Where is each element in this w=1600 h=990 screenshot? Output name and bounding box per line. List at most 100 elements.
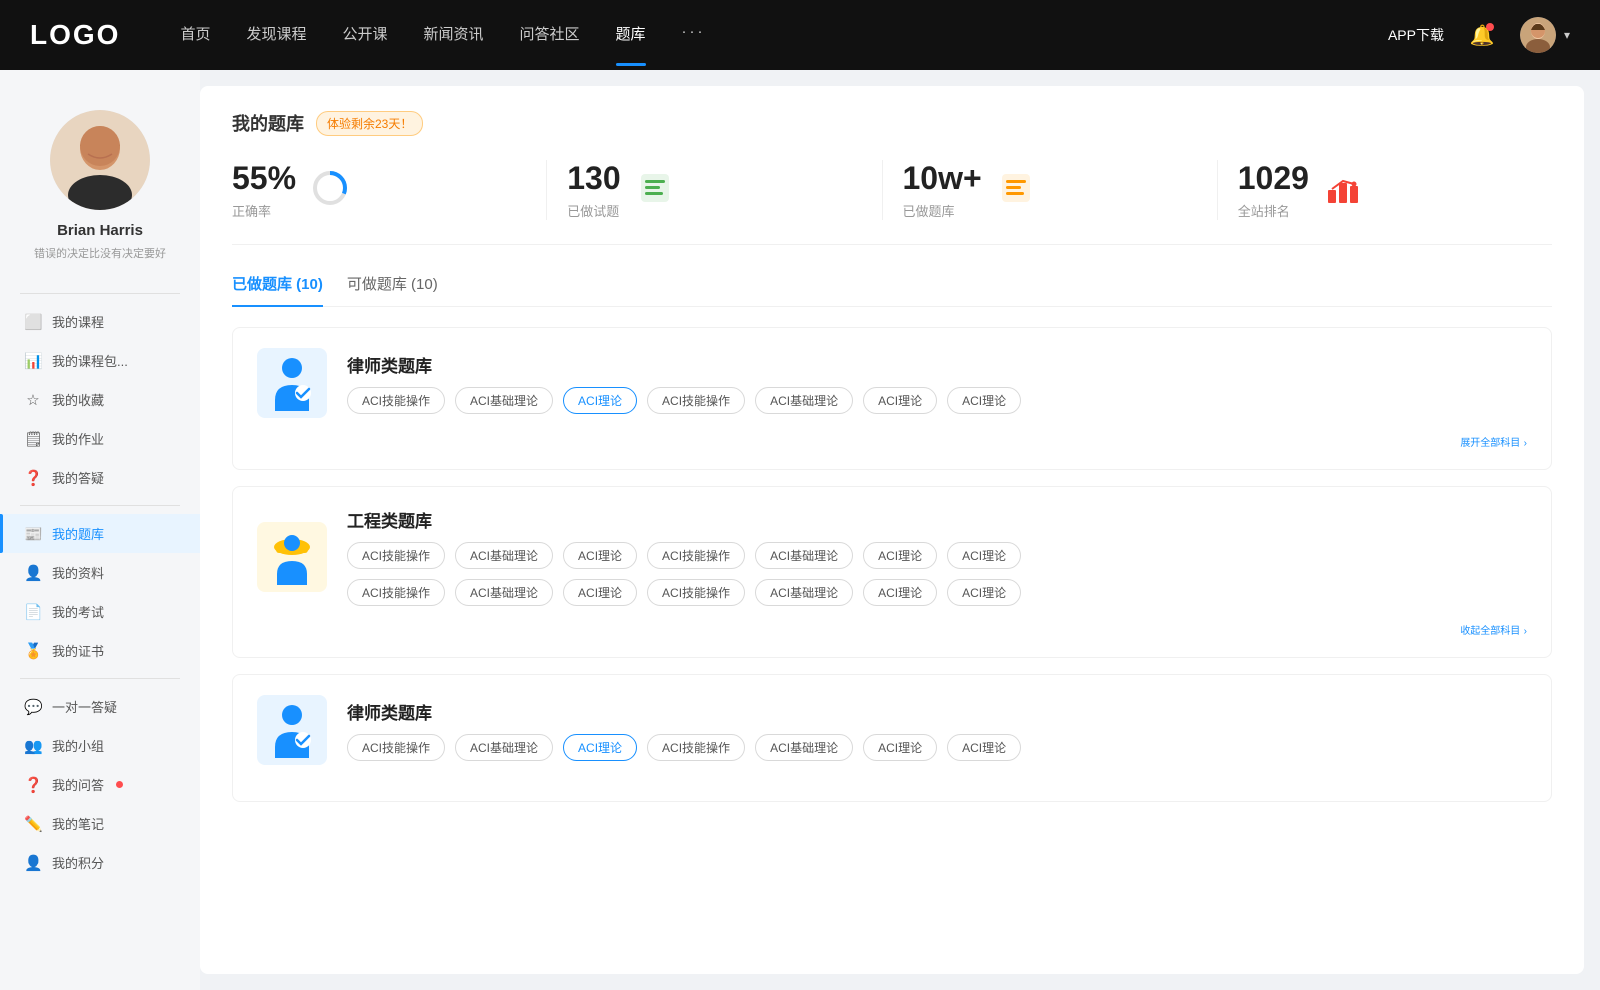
nav-exam[interactable]: 题库 bbox=[616, 23, 646, 48]
sidebar-item-group[interactable]: 👥 我的小组 bbox=[0, 726, 200, 765]
sidebar-item-1on1[interactable]: 💬 一对一答疑 bbox=[0, 687, 200, 726]
stat-accuracy-label: 正确率 bbox=[232, 201, 296, 220]
sidebar-item-qa[interactable]: ❓ 我的答疑 bbox=[0, 458, 200, 497]
course-icon: ⬜ bbox=[24, 313, 42, 331]
app-download-btn[interactable]: APP下载 bbox=[1388, 25, 1444, 45]
qbank-title-lawyer1: 律师类题库 ACI技能操作 ACI基础理论 ACI理论 ACI技能操作 ACI基… bbox=[347, 352, 1021, 414]
tag[interactable]: ACI技能操作 bbox=[347, 542, 445, 569]
tag[interactable]: ACI理论 bbox=[947, 579, 1021, 606]
group-icon: 👥 bbox=[24, 737, 42, 755]
sidebar-item-cert[interactable]: 🏅 我的证书 bbox=[0, 631, 200, 670]
qa-icon: ❓ bbox=[24, 469, 42, 487]
nav-qa[interactable]: 问答社区 bbox=[520, 23, 580, 48]
tag[interactable]: ACI技能操作 bbox=[347, 579, 445, 606]
header: LOGO 首页 发现课程 公开课 新闻资讯 问答社区 题库 ··· APP下载 … bbox=[0, 0, 1600, 70]
tag[interactable]: ACI基础理论 bbox=[755, 734, 853, 761]
sidebar-item-profile[interactable]: 👤 我的资料 bbox=[0, 553, 200, 592]
tag-active[interactable]: ACI理论 bbox=[563, 734, 637, 761]
tag[interactable]: ACI技能操作 bbox=[347, 387, 445, 414]
tag[interactable]: ACI技能操作 bbox=[347, 734, 445, 761]
tag[interactable]: ACI技能操作 bbox=[647, 542, 745, 569]
divider-3 bbox=[20, 678, 180, 679]
sidebar-item-homework[interactable]: 🗒 我的作业 bbox=[0, 419, 200, 458]
stat-banks-number: 10w+ bbox=[903, 160, 982, 197]
qbank-card-lawyer2: 律师类题库 ACI技能操作 ACI基础理论 ACI理论 ACI技能操作 ACI基… bbox=[232, 674, 1552, 802]
done-banks-icon bbox=[998, 170, 1034, 211]
sidebar-item-label: 我的小组 bbox=[52, 736, 104, 755]
stat-done-questions: 130 已做试题 bbox=[547, 160, 882, 220]
qbank-tags-engineer-row1: ACI技能操作 ACI基础理论 ACI理论 ACI技能操作 ACI基础理论 AC… bbox=[347, 542, 1527, 569]
sidebar-item-course-pkg[interactable]: 📊 我的课程包... bbox=[0, 341, 200, 380]
notification-btn[interactable]: 🔔 bbox=[1468, 21, 1496, 49]
tag[interactable]: ACI基础理论 bbox=[755, 579, 853, 606]
sidebar-item-exam[interactable]: 📄 我的考试 bbox=[0, 592, 200, 631]
tag[interactable]: ACI理论 bbox=[947, 734, 1021, 761]
sidebar-item-label: 我的题库 bbox=[52, 524, 104, 543]
points-icon: 👤 bbox=[24, 854, 42, 872]
divider-2 bbox=[20, 505, 180, 506]
tag[interactable]: ACI基础理论 bbox=[755, 542, 853, 569]
stat-accuracy: 55% 正确率 bbox=[232, 160, 547, 220]
profile-icon: 👤 bbox=[24, 564, 42, 582]
nav-open-course[interactable]: 公开课 bbox=[342, 23, 387, 48]
chevron-up-icon: › bbox=[1524, 626, 1527, 637]
tag[interactable]: ACI基础理论 bbox=[455, 579, 553, 606]
header-avatar bbox=[1520, 17, 1556, 53]
sidebar-item-label: 我的课程包... bbox=[52, 351, 128, 370]
qbank-icon: 📰 bbox=[24, 525, 42, 543]
nav-discover[interactable]: 发现课程 bbox=[246, 23, 306, 48]
chevron-right-icon: › bbox=[1524, 438, 1527, 449]
tag[interactable]: ACI技能操作 bbox=[647, 734, 745, 761]
sidebar-item-notes[interactable]: ✏️ 我的笔记 bbox=[0, 804, 200, 843]
tabs-row: 已做题库 (10) 可做题库 (10) bbox=[232, 273, 1552, 307]
sidebar-item-qbank[interactable]: 📰 我的题库 bbox=[0, 514, 200, 553]
tag[interactable]: ACI基础理论 bbox=[455, 542, 553, 569]
sidebar-item-label: 我的答疑 bbox=[52, 468, 104, 487]
tag[interactable]: ACI理论 bbox=[563, 579, 637, 606]
collapse-btn-engineer[interactable]: 收起全部科目 › bbox=[257, 622, 1527, 637]
nav-home[interactable]: 首页 bbox=[180, 23, 210, 48]
stat-done-banks: 10w+ 已做题库 bbox=[883, 160, 1218, 220]
sidebar-item-label: 我的证书 bbox=[52, 641, 104, 660]
sidebar-item-points[interactable]: 👤 我的积分 bbox=[0, 843, 200, 882]
stat-ranking-content: 1029 全站排名 bbox=[1238, 160, 1309, 220]
sidebar-item-myqa[interactable]: ❓ 我的问答 bbox=[0, 765, 200, 804]
tag[interactable]: ACI理论 bbox=[863, 387, 937, 414]
tag[interactable]: ACI基础理论 bbox=[755, 387, 853, 414]
trial-badge: 体验剩余23天！ bbox=[316, 111, 423, 136]
sidebar-item-label: 我的考试 bbox=[52, 602, 104, 621]
tag-active[interactable]: ACI理论 bbox=[563, 387, 637, 414]
sidebar-item-label: 我的课程 bbox=[52, 312, 104, 331]
tag[interactable]: ACI理论 bbox=[947, 387, 1021, 414]
tag[interactable]: ACI理论 bbox=[863, 579, 937, 606]
stat-done-content: 130 已做试题 bbox=[567, 160, 620, 220]
qbank-title-engineer: 工程类题库 ACI技能操作 ACI基础理论 ACI理论 ACI技能操作 ACI基… bbox=[347, 507, 1527, 606]
tag[interactable]: ACI基础理论 bbox=[455, 734, 553, 761]
chat-icon: 💬 bbox=[24, 698, 42, 716]
tag[interactable]: ACI理论 bbox=[947, 542, 1021, 569]
tag[interactable]: ACI基础理论 bbox=[455, 387, 553, 414]
qbank-card-engineer: 工程类题库 ACI技能操作 ACI基础理论 ACI理论 ACI技能操作 ACI基… bbox=[232, 486, 1552, 658]
nav-more[interactable]: ··· bbox=[682, 23, 706, 48]
logo[interactable]: LOGO bbox=[30, 19, 120, 51]
qbank-tags-lawyer1: ACI技能操作 ACI基础理论 ACI理论 ACI技能操作 ACI基础理论 AC… bbox=[347, 387, 1021, 414]
stat-ranking-label: 全站排名 bbox=[1238, 201, 1309, 220]
expand-btn-lawyer1[interactable]: 展开全部科目 › bbox=[257, 434, 1527, 449]
tag[interactable]: ACI技能操作 bbox=[647, 387, 745, 414]
avatar bbox=[50, 110, 150, 210]
star-icon: ☆ bbox=[24, 391, 42, 409]
tag[interactable]: ACI理论 bbox=[563, 542, 637, 569]
page-header: 我的题库 体验剩余23天！ bbox=[232, 110, 1552, 136]
stat-accuracy-number: 55% bbox=[232, 160, 296, 197]
stat-ranking: 1029 全站排名 bbox=[1218, 160, 1552, 220]
tab-done-banks[interactable]: 已做题库 (10) bbox=[232, 273, 323, 306]
sidebar-item-course[interactable]: ⬜ 我的课程 bbox=[0, 302, 200, 341]
tab-available-banks[interactable]: 可做题库 (10) bbox=[347, 273, 438, 306]
tag[interactable]: ACI技能操作 bbox=[647, 579, 745, 606]
ranking-icon bbox=[1325, 170, 1361, 211]
user-menu-btn[interactable]: ▾ bbox=[1520, 17, 1570, 53]
tag[interactable]: ACI理论 bbox=[863, 734, 937, 761]
tag[interactable]: ACI理论 bbox=[863, 542, 937, 569]
sidebar-item-favorites[interactable]: ☆ 我的收藏 bbox=[0, 380, 200, 419]
nav-news[interactable]: 新闻资讯 bbox=[424, 23, 484, 48]
